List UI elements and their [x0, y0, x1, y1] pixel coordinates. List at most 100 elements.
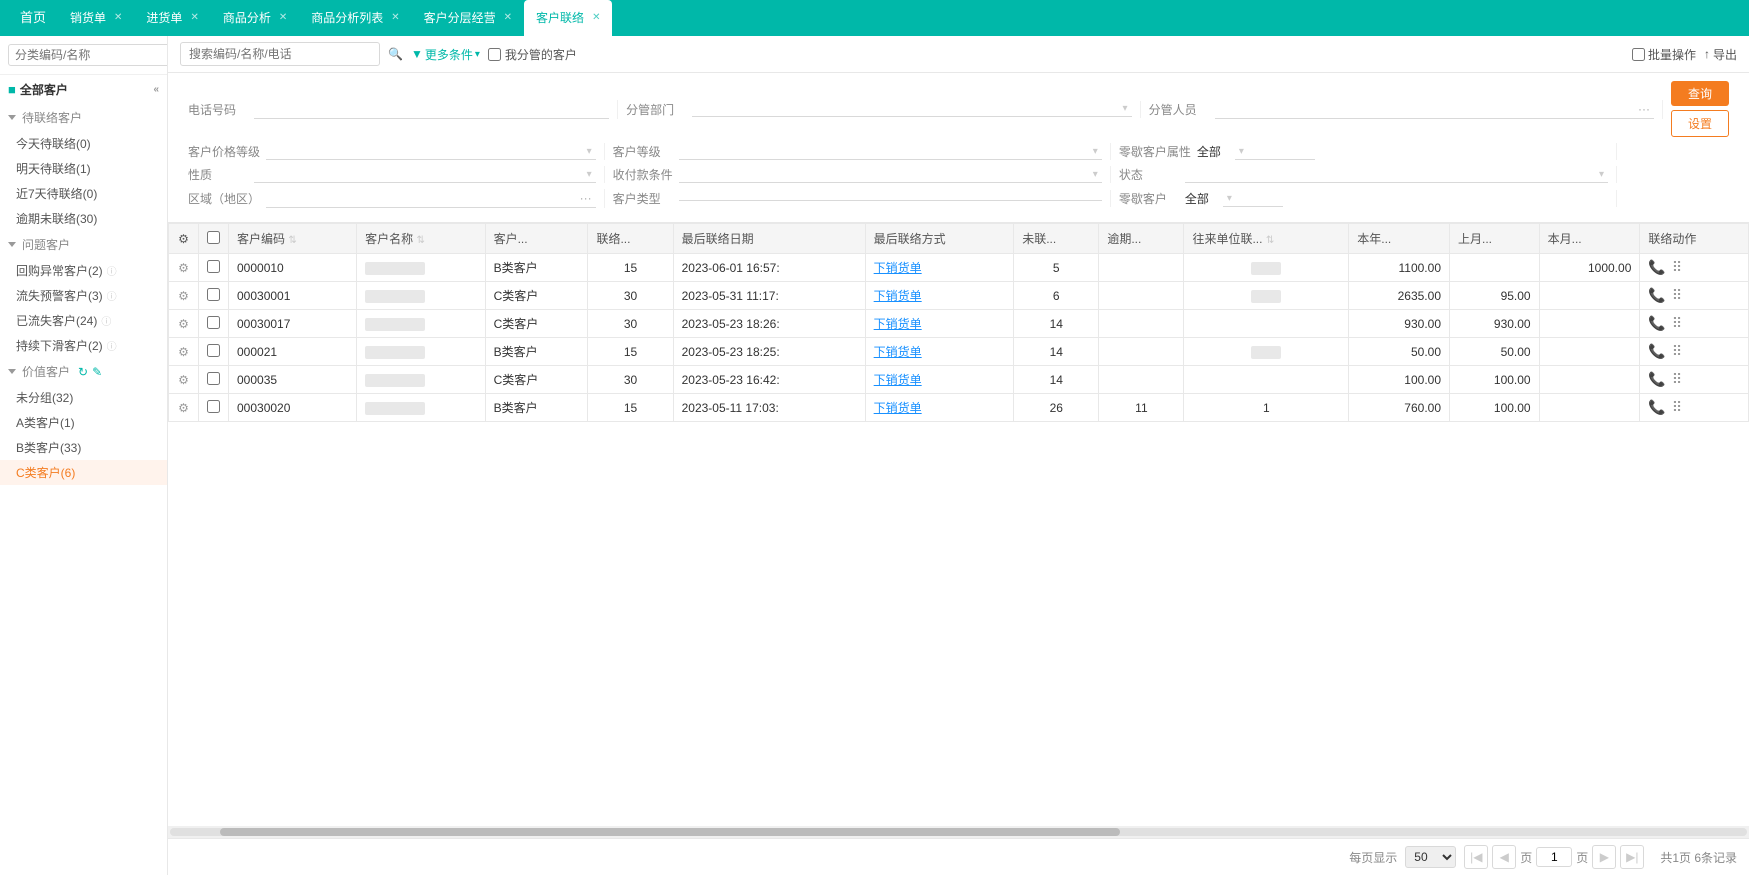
contact-method-link[interactable]: 下销货单 — [874, 345, 922, 359]
refresh-icon[interactable]: ↻ — [78, 365, 88, 379]
nav-tab-客户联络[interactable]: 客户联络 ✕ — [524, 0, 612, 36]
retail-attr-select[interactable] — [1235, 144, 1315, 160]
retail-select[interactable] — [1223, 191, 1283, 207]
dept-select[interactable] — [692, 101, 1131, 117]
sidebar-item-declining[interactable]: 持续下滑客户(2) ⓘ — [0, 333, 167, 358]
more-actions-icon[interactable]: ⠿ — [1672, 399, 1682, 416]
next-page-button[interactable]: ▶ — [1592, 845, 1616, 869]
more-actions-icon[interactable]: ⠿ — [1672, 287, 1682, 304]
nav-tab-进货单[interactable]: 进货单 ✕ — [134, 0, 210, 36]
row-checkbox[interactable] — [199, 338, 229, 366]
nav-tab-商品分析[interactable]: 商品分析 ✕ — [211, 0, 299, 36]
payment-select[interactable] — [679, 167, 1102, 183]
phone-icon[interactable]: 📞 — [1648, 287, 1665, 304]
sidebar-value-title[interactable]: 价值客户 ↻ ✎ — [0, 358, 167, 385]
query-button[interactable]: 查询 — [1671, 81, 1729, 106]
manager-select[interactable]: ··· — [1215, 100, 1654, 119]
phone-icon[interactable]: 📞 — [1648, 399, 1665, 416]
th-code[interactable]: 客户编码 ⇅ — [229, 224, 357, 254]
close-icon[interactable]: ✕ — [279, 0, 287, 36]
th-last-contact-date[interactable]: 最后联络日期 — [673, 224, 865, 254]
phone-input[interactable] — [254, 100, 609, 119]
more-actions-icon[interactable]: ⠿ — [1672, 371, 1682, 388]
horizontal-scrollbar[interactable] — [168, 826, 1749, 838]
dots-icon[interactable]: ··· — [1638, 102, 1650, 116]
contact-method-link[interactable]: 下销货单 — [874, 401, 922, 415]
row-last-contact-method[interactable]: 下销货单 — [865, 338, 1014, 366]
sidebar-item-7day-pending[interactable]: 近7天待联络(0) — [0, 181, 167, 206]
settings-button[interactable]: 设置 — [1671, 110, 1729, 137]
my-customers-checkbox[interactable]: 我分管的客户 — [488, 46, 577, 63]
my-customers-checkbox-input[interactable] — [488, 48, 501, 61]
close-icon[interactable]: ✕ — [504, 0, 512, 36]
contact-method-link[interactable]: 下销货单 — [874, 289, 922, 303]
phone-icon[interactable]: 📞 — [1648, 343, 1665, 360]
row-last-contact-method[interactable]: 下销货单 — [865, 254, 1014, 282]
sidebar-item-repurchase-abnormal[interactable]: 回购异常客户(2) ⓘ — [0, 258, 167, 283]
row-last-contact-method[interactable]: 下销货单 — [865, 310, 1014, 338]
last-page-button[interactable]: ▶| — [1620, 845, 1644, 869]
th-contact-count[interactable]: 联络... — [588, 224, 673, 254]
sidebar-item-ungrouped[interactable]: 未分组(32) — [0, 385, 167, 410]
th-action[interactable]: 联络动作 — [1640, 224, 1749, 254]
nature-select[interactable] — [254, 167, 596, 183]
value-level-select[interactable] — [266, 144, 596, 160]
row-last-contact-method[interactable]: 下销货单 — [865, 394, 1014, 422]
nav-tab-商品分析列表[interactable]: 商品分析列表 ✕ — [299, 0, 411, 36]
contact-method-link[interactable]: 下销货单 — [874, 373, 922, 387]
search-input[interactable] — [180, 42, 380, 66]
dots-icon[interactable]: ··· — [580, 191, 592, 205]
scrollbar-thumb[interactable] — [220, 828, 1120, 836]
row-gear[interactable]: ⚙ — [169, 394, 199, 422]
th-last-contact-method[interactable]: 最后联络方式 — [865, 224, 1014, 254]
row-last-contact-method[interactable]: 下销货单 — [865, 366, 1014, 394]
export-button[interactable]: ↑ 导出 — [1704, 46, 1737, 63]
page-input[interactable] — [1536, 847, 1572, 867]
th-name[interactable]: 客户名称 ⇅ — [357, 224, 485, 254]
sidebar-item-b-class[interactable]: B类客户(33) — [0, 435, 167, 460]
batch-op-button[interactable]: 批量操作 — [1632, 46, 1696, 63]
sidebar-item-churn-warning[interactable]: 流失预警客户(3) ⓘ — [0, 283, 167, 308]
search-button[interactable]: 🔍 — [388, 47, 403, 61]
sidebar-item-a-class[interactable]: A类客户(1) — [0, 410, 167, 435]
close-icon[interactable]: ✕ — [114, 0, 122, 36]
batch-op-checkbox[interactable] — [1632, 48, 1645, 61]
row-checkbox[interactable] — [199, 282, 229, 310]
row-gear[interactable]: ⚙ — [169, 282, 199, 310]
more-conditions-button[interactable]: ▼ 更多条件 — [411, 46, 480, 63]
row-checkbox[interactable] — [199, 254, 229, 282]
row-gear[interactable]: ⚙ — [169, 254, 199, 282]
row-gear[interactable]: ⚙ — [169, 366, 199, 394]
contact-method-link[interactable]: 下销货单 — [874, 261, 922, 275]
phone-icon[interactable]: 📞 — [1648, 259, 1665, 276]
th-gear[interactable]: ⚙ — [169, 224, 199, 254]
th-checkbox[interactable] — [199, 224, 229, 254]
cust-type-select[interactable] — [679, 196, 1102, 201]
phone-icon[interactable]: 📞 — [1648, 371, 1665, 388]
th-cust-type[interactable]: 客户... — [485, 224, 588, 254]
close-icon[interactable]: ✕ — [190, 0, 198, 36]
first-page-button[interactable]: |◀ — [1464, 845, 1488, 869]
nav-home[interactable]: 首页 — [8, 0, 58, 36]
row-gear[interactable]: ⚙ — [169, 338, 199, 366]
th-not-contacted[interactable]: 未联... — [1014, 224, 1099, 254]
sidebar-all-customers[interactable]: ■ 全部客户 « — [0, 75, 167, 104]
close-icon[interactable]: ✕ — [391, 0, 399, 36]
row-checkbox[interactable] — [199, 310, 229, 338]
sidebar-item-tomorrow-pending[interactable]: 明天待联络(1) — [0, 156, 167, 181]
th-overdue[interactable]: 逾期... — [1099, 224, 1184, 254]
nav-tab-客户分层经营[interactable]: 客户分层经营 ✕ — [412, 0, 524, 36]
sidebar-problem-title[interactable]: 问题客户 — [0, 231, 167, 258]
cust-level-select[interactable] — [679, 144, 1102, 160]
sidebar-item-churned[interactable]: 已流失客户(24) ⓘ — [0, 308, 167, 333]
sidebar-search-input[interactable] — [8, 44, 168, 66]
more-actions-icon[interactable]: ⠿ — [1672, 315, 1682, 332]
th-last-month[interactable]: 上月... — [1450, 224, 1540, 254]
more-actions-icon[interactable]: ⠿ — [1672, 343, 1682, 360]
th-this-month[interactable]: 本月... — [1539, 224, 1640, 254]
nav-tab-销货单[interactable]: 销货单 ✕ — [58, 0, 134, 36]
more-actions-icon[interactable]: ⠿ — [1672, 259, 1682, 276]
close-icon[interactable]: ✕ — [592, 0, 600, 36]
per-page-select[interactable]: 50 100 200 — [1405, 846, 1456, 868]
phone-icon[interactable]: 📞 — [1648, 315, 1665, 332]
